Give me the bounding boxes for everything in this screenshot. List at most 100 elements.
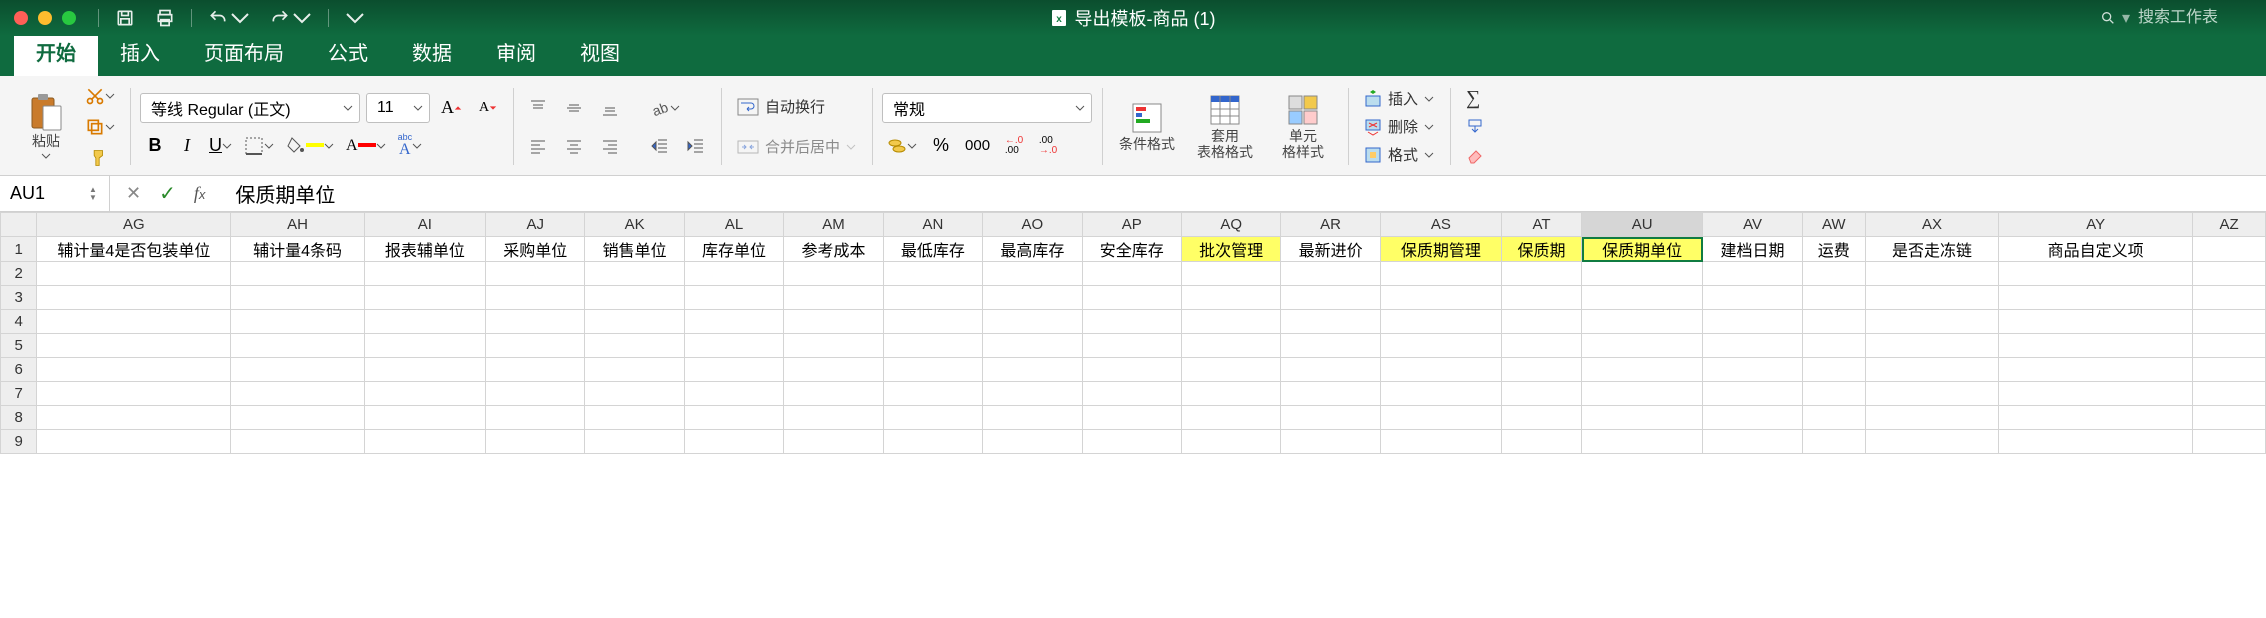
grid-cell[interactable]	[883, 382, 982, 406]
paste-button[interactable]: 粘贴	[18, 82, 74, 171]
grid-cell[interactable]: 最高库存	[983, 237, 1082, 262]
grid-cell[interactable]	[37, 286, 231, 310]
tab-formulas[interactable]: 公式	[306, 29, 390, 76]
grid-cell[interactable]	[883, 406, 982, 430]
grid-cell[interactable]	[2193, 286, 2266, 310]
grid-cell[interactable]	[1281, 286, 1380, 310]
grid-cell[interactable]	[1999, 262, 2193, 286]
grid-cell[interactable]: 辅计量4条码	[231, 237, 364, 262]
row-header[interactable]: 9	[1, 430, 37, 454]
grid-cell[interactable]	[1865, 382, 1998, 406]
grid-cell[interactable]	[364, 334, 485, 358]
grid-cell[interactable]	[1865, 262, 1998, 286]
clear-button[interactable]	[1460, 142, 1490, 168]
workbook-search[interactable]: ▾	[2100, 8, 2256, 28]
grid-cell[interactable]	[1703, 310, 1802, 334]
grid-cell[interactable]	[1181, 382, 1280, 406]
grid-cell[interactable]	[1181, 334, 1280, 358]
grid-cell[interactable]	[2193, 334, 2266, 358]
grid-cell[interactable]	[231, 406, 364, 430]
column-header[interactable]: AK	[585, 213, 684, 237]
grid-cell[interactable]	[231, 262, 364, 286]
grid-cell[interactable]: 最低库存	[883, 237, 982, 262]
grid-cell[interactable]	[2193, 406, 2266, 430]
row-header[interactable]: 2	[1, 262, 37, 286]
grid-cell[interactable]	[684, 286, 783, 310]
fill-color-button[interactable]	[281, 131, 339, 161]
grid-cell[interactable]	[684, 406, 783, 430]
grid-cell[interactable]	[1380, 262, 1501, 286]
grid-cell[interactable]	[1380, 310, 1501, 334]
decrease-indent-button[interactable]	[645, 131, 675, 161]
grid-cell[interactable]	[1703, 286, 1802, 310]
grid-cell[interactable]	[37, 334, 231, 358]
grid-cell[interactable]	[231, 430, 364, 454]
grid-cell[interactable]: 安全库存	[1082, 237, 1181, 262]
grid-cell[interactable]	[1082, 406, 1181, 430]
grid-cell[interactable]	[1802, 262, 1865, 286]
grid-cell[interactable]	[1703, 382, 1802, 406]
tab-review[interactable]: 审阅	[474, 29, 558, 76]
align-left-button[interactable]	[523, 131, 553, 161]
grid-cell[interactable]	[1502, 358, 1582, 382]
grid-cell[interactable]: 辅计量4是否包装单位	[37, 237, 231, 262]
grid-cell[interactable]	[2193, 430, 2266, 454]
grid-cell[interactable]	[684, 382, 783, 406]
phonetic-button[interactable]: abcA	[393, 131, 428, 161]
align-bottom-button[interactable]	[595, 93, 625, 123]
namebox-spinner[interactable]: ▲▼	[89, 186, 101, 202]
conditional-format-button[interactable]: 条件格式	[1112, 101, 1182, 152]
grid-cell[interactable]	[1502, 262, 1582, 286]
grid-cell[interactable]	[1082, 358, 1181, 382]
grid-cell[interactable]: 报表辅单位	[364, 237, 485, 262]
grid-cell[interactable]	[1380, 334, 1501, 358]
tab-insert[interactable]: 插入	[98, 29, 182, 76]
column-header[interactable]: AR	[1281, 213, 1380, 237]
increase-font-button[interactable]: A	[436, 93, 467, 123]
grid-cell[interactable]	[2193, 382, 2266, 406]
grid-cell[interactable]: 最新进价	[1281, 237, 1380, 262]
grid-cell[interactable]: 商品自定义项	[1999, 237, 2193, 262]
font-color-button[interactable]: A	[341, 131, 391, 161]
grid-cell[interactable]	[364, 262, 485, 286]
grid-cell[interactable]	[1181, 430, 1280, 454]
fx-icon[interactable]: fx	[194, 183, 206, 204]
grid-cell[interactable]	[1582, 382, 1703, 406]
grid-cell[interactable]	[784, 262, 883, 286]
grid-cell[interactable]	[1082, 334, 1181, 358]
grid-cell[interactable]	[1802, 382, 1865, 406]
grid-cell[interactable]	[364, 310, 485, 334]
row-header[interactable]: 5	[1, 334, 37, 358]
fill-button[interactable]	[1460, 114, 1490, 140]
bold-button[interactable]: B	[140, 131, 170, 161]
grid-cell[interactable]	[231, 286, 364, 310]
decrease-decimal-button[interactable]: .00→.0	[1033, 131, 1063, 161]
grid-cell[interactable]	[1380, 406, 1501, 430]
grid-cell[interactable]	[1281, 334, 1380, 358]
grid-cell[interactable]	[1181, 406, 1280, 430]
grid-cell[interactable]	[1802, 430, 1865, 454]
grid-cell[interactable]: 保质期单位	[1582, 237, 1703, 262]
decrease-font-button[interactable]: A	[473, 93, 503, 123]
font-name-select[interactable]: 等线 Regular (正文)	[140, 93, 360, 123]
grid-cell[interactable]	[1999, 358, 2193, 382]
grid-cell[interactable]	[1582, 286, 1703, 310]
grid-cell[interactable]	[231, 334, 364, 358]
column-header[interactable]: AV	[1703, 213, 1802, 237]
grid-cell[interactable]	[1181, 262, 1280, 286]
grid-cell[interactable]	[1703, 358, 1802, 382]
grid-cell[interactable]	[883, 334, 982, 358]
grid-cell[interactable]	[486, 310, 585, 334]
tab-pagelayout[interactable]: 页面布局	[182, 29, 306, 76]
grid-cell[interactable]	[983, 382, 1082, 406]
tab-home[interactable]: 开始	[14, 29, 98, 76]
grid-cell[interactable]	[1802, 334, 1865, 358]
spreadsheet-grid[interactable]: AGAHAIAJAKALAMANAOAPAQARASATAUAVAWAXAYAZ…	[0, 212, 2266, 454]
grid-cell[interactable]: 是否走冻链	[1865, 237, 1998, 262]
grid-cell[interactable]	[1502, 310, 1582, 334]
grid-cell[interactable]	[486, 406, 585, 430]
grid-cell[interactable]	[1502, 406, 1582, 430]
delete-cells-button[interactable]: 删除	[1358, 114, 1440, 140]
grid-cell[interactable]	[684, 358, 783, 382]
grid-cell[interactable]	[1181, 310, 1280, 334]
